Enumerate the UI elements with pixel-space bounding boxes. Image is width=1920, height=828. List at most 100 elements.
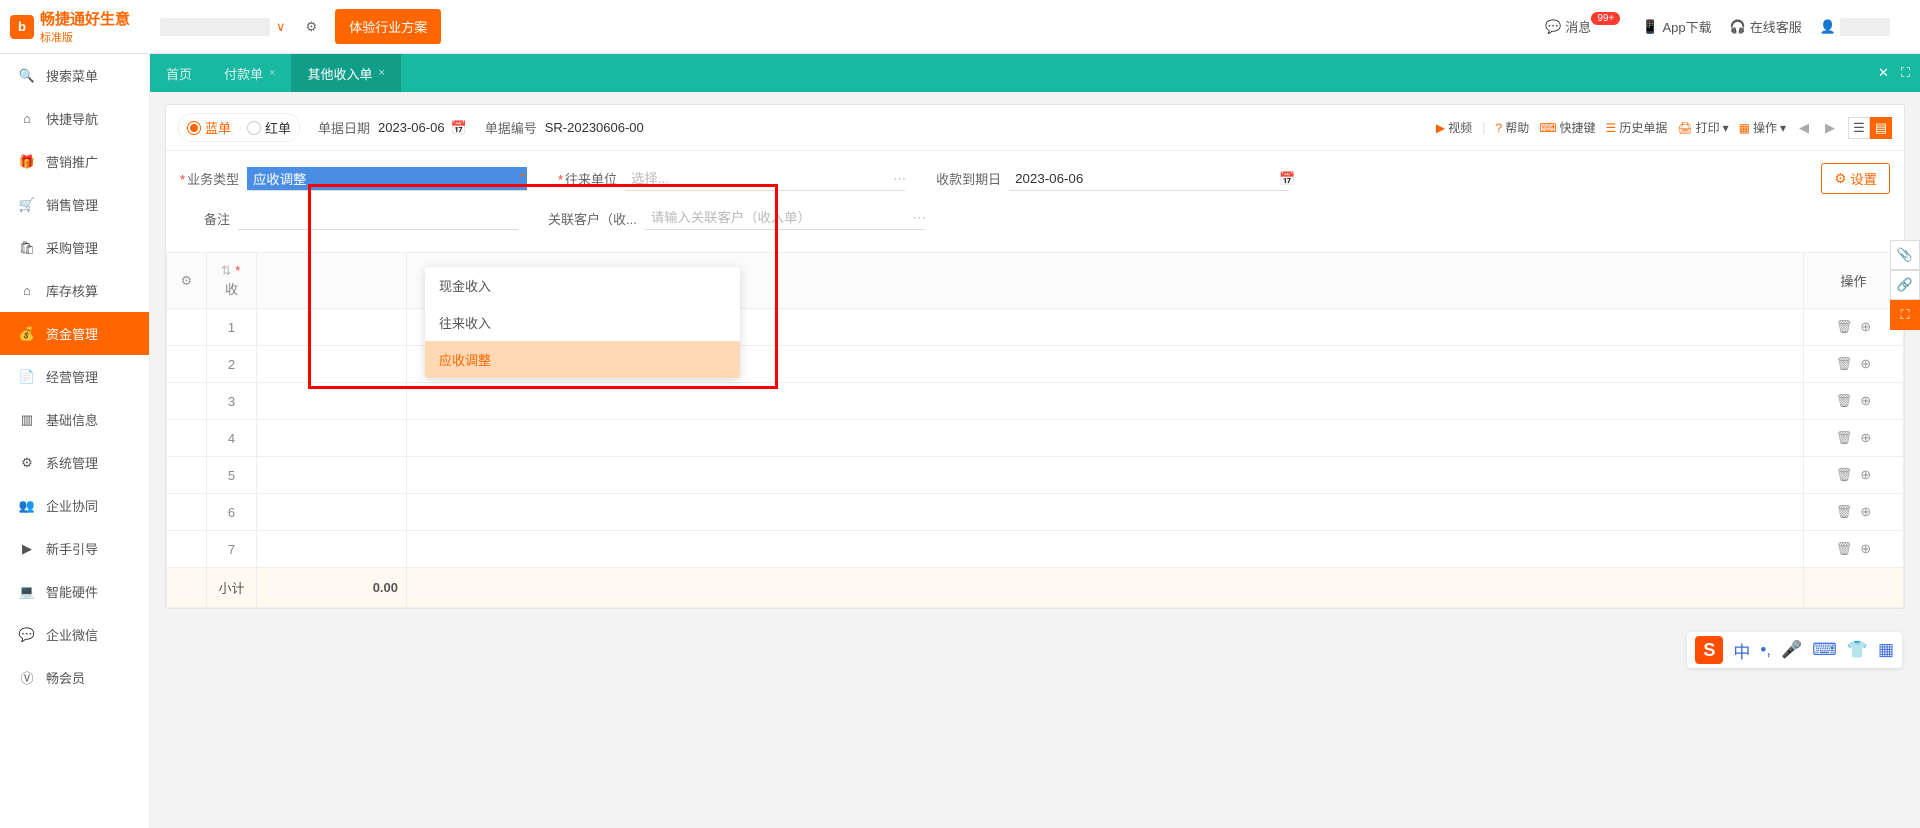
print-button[interactable]: 🖨打印▾ (1677, 119, 1728, 136)
online-service-button[interactable]: 🎧 在线客服 (1730, 17, 1802, 36)
calendar-icon[interactable]: 📅 (451, 120, 467, 136)
sidebar-item-gift[interactable]: 🎁营销推广 (0, 140, 149, 183)
tab[interactable]: 其他收入单× (291, 54, 400, 92)
table-row[interactable]: 4🗑⊕ (167, 420, 1904, 457)
table-row[interactable]: 7🗑⊕ (167, 531, 1904, 568)
receipt-date-input[interactable] (1009, 167, 1289, 191)
delete-icon[interactable]: 🗑 (1836, 356, 1853, 371)
vip-icon: Ⓥ (18, 668, 36, 687)
copy-icon[interactable]: ⊕ (1860, 393, 1871, 408)
biz-type-input[interactable] (247, 167, 527, 191)
sidebar-item-cart[interactable]: 🛒销售管理 (0, 183, 149, 226)
view-form-button[interactable]: ▤ (1870, 117, 1892, 139)
device-icon: 💻 (18, 584, 36, 600)
doc-date-value[interactable]: 2023-06-06 (378, 120, 445, 135)
tab-close-current-icon[interactable]: ✕ (1878, 65, 1889, 81)
history-button[interactable]: ☰历史单据 (1606, 119, 1668, 136)
dropdown-option[interactable]: 现金收入 (425, 267, 740, 304)
operate-button[interactable]: ▦操作▾ (1739, 119, 1786, 136)
org-selector[interactable]: ∨ (160, 18, 286, 36)
sidebar-item-team[interactable]: 👥企业协同 (0, 484, 149, 527)
shortcut-button[interactable]: ⌨快捷键 (1539, 119, 1595, 136)
sidebar-item-device[interactable]: 💻智能硬件 (0, 570, 149, 613)
related-customer-input[interactable] (645, 206, 925, 230)
table-row[interactable]: 5🗑⊕ (167, 457, 1904, 494)
brand-version: 标准版 (40, 29, 130, 45)
delete-icon[interactable]: 🗑 (1836, 319, 1853, 334)
user-menu[interactable]: 👤 (1820, 18, 1890, 36)
ime-skin-icon[interactable]: 👕 (1847, 640, 1868, 660)
app-download-button[interactable]: 📱 App下载 (1642, 17, 1711, 36)
rail-expand-button[interactable]: ⛶ (1890, 300, 1920, 330)
trial-button[interactable]: 体验行业方案 (335, 9, 441, 44)
table-row[interactable]: 3🗑⊕ (167, 383, 1904, 420)
next-record-button[interactable]: ▶ (1822, 120, 1838, 136)
delete-icon[interactable]: 🗑 (1836, 430, 1853, 445)
copy-icon[interactable]: ⊕ (1860, 504, 1871, 519)
dropdown-option[interactable]: 往来收入 (425, 304, 740, 341)
rail-link-button[interactable]: 🔗 (1890, 270, 1920, 300)
delete-icon[interactable]: 🗑 (1836, 504, 1853, 519)
tab-close-icon[interactable]: × (269, 67, 275, 79)
chat-icon: 💬 (1545, 19, 1561, 35)
ime-lang-icon[interactable]: 中 (1733, 638, 1750, 663)
delete-icon[interactable]: 🗑 (1836, 393, 1853, 408)
radio-red[interactable]: 红单 (247, 118, 291, 137)
form-header: 蓝单 红单 单据日期 2023-06-06 📅 单据编号 SR-20230606… (166, 105, 1904, 151)
delete-icon[interactable]: 🗑 (1836, 541, 1853, 556)
wx-icon: 💬 (18, 627, 36, 643)
sidebar-item-vip[interactable]: Ⓥ畅会员 (0, 656, 149, 699)
rail-attach-button[interactable]: 📎 (1890, 240, 1920, 270)
view-list-button[interactable]: ☰ (1848, 117, 1870, 139)
sidebar-item-search[interactable]: 🔍搜索菜单 (0, 54, 149, 97)
gear-icon[interactable]: ⚙ (181, 273, 193, 288)
messages-badge: 99+ (1591, 12, 1620, 25)
sidebar-item-doc[interactable]: 📄经营管理 (0, 355, 149, 398)
related-unit-field: *往来单位 ⋯ (558, 167, 906, 191)
remark-field: 备注 (180, 206, 518, 230)
sidebar-item-bag[interactable]: 🛍采购管理 (0, 226, 149, 269)
tab[interactable]: 付款单× (208, 54, 291, 92)
chevron-up-icon[interactable]: ⌃ (517, 171, 528, 187)
help-button[interactable]: ?帮助 (1496, 119, 1530, 136)
radio-blue[interactable]: 蓝单 (187, 118, 231, 137)
more-icon[interactable]: ⋯ (893, 171, 906, 187)
table-row[interactable]: 6🗑⊕ (167, 494, 1904, 531)
delete-icon[interactable]: 🗑 (1836, 467, 1853, 482)
ime-keyboard-icon[interactable]: ⌨ (1812, 640, 1837, 660)
tab-close-icon[interactable]: × (378, 67, 384, 79)
settings-icon[interactable]: ⚙ (306, 19, 318, 35)
team-icon: 👥 (18, 498, 36, 514)
print-icon: 🖨 (1677, 121, 1692, 135)
copy-icon[interactable]: ⊕ (1860, 319, 1871, 334)
copy-icon[interactable]: ⊕ (1860, 467, 1871, 482)
sidebar-item-wx[interactable]: 💬企业微信 (0, 613, 149, 656)
sogou-logo-icon[interactable]: S (1695, 636, 1723, 664)
sidebar-item-layers[interactable]: ▥基础信息 (0, 398, 149, 441)
calendar-icon[interactable]: 📅 (1279, 171, 1295, 187)
right-rail: 📎 🔗 ⛶ (1890, 240, 1920, 330)
copy-icon[interactable]: ⊕ (1860, 430, 1871, 445)
ime-tools-icon[interactable]: ▦ (1878, 640, 1894, 660)
prev-record-button[interactable]: ◀ (1796, 120, 1812, 136)
ime-mic-icon[interactable]: 🎤 (1781, 640, 1802, 660)
sidebar-item-money[interactable]: 💰资金管理 (0, 312, 149, 355)
tab-expand-icon[interactable]: ⛶ (1901, 65, 1910, 81)
sidebar-item-home[interactable]: ⌂快捷导航 (0, 97, 149, 140)
sidebar-item-box[interactable]: ⌂库存核算 (0, 269, 149, 312)
copy-icon[interactable]: ⊕ (1860, 541, 1871, 556)
form-settings-button[interactable]: ⚙ 设置 (1821, 163, 1890, 194)
copy-icon[interactable]: ⊕ (1860, 356, 1871, 371)
sidebar-item-guide[interactable]: ▶新手引导 (0, 527, 149, 570)
related-unit-input[interactable] (625, 167, 905, 191)
more-icon[interactable]: ⋯ (913, 210, 926, 226)
messages-button[interactable]: 💬 消息 99+ (1545, 17, 1624, 36)
remark-input[interactable] (238, 206, 518, 230)
gift-icon: 🎁 (18, 154, 36, 170)
tab[interactable]: 首页 (150, 54, 208, 92)
video-button[interactable]: ▶视频 (1436, 119, 1472, 136)
sidebar-item-gear[interactable]: ⚙系统管理 (0, 441, 149, 484)
ime-punct-icon[interactable]: •, (1760, 640, 1771, 660)
keyboard-icon: ⌨ (1539, 121, 1556, 135)
dropdown-option[interactable]: 应收调整 (425, 341, 740, 378)
